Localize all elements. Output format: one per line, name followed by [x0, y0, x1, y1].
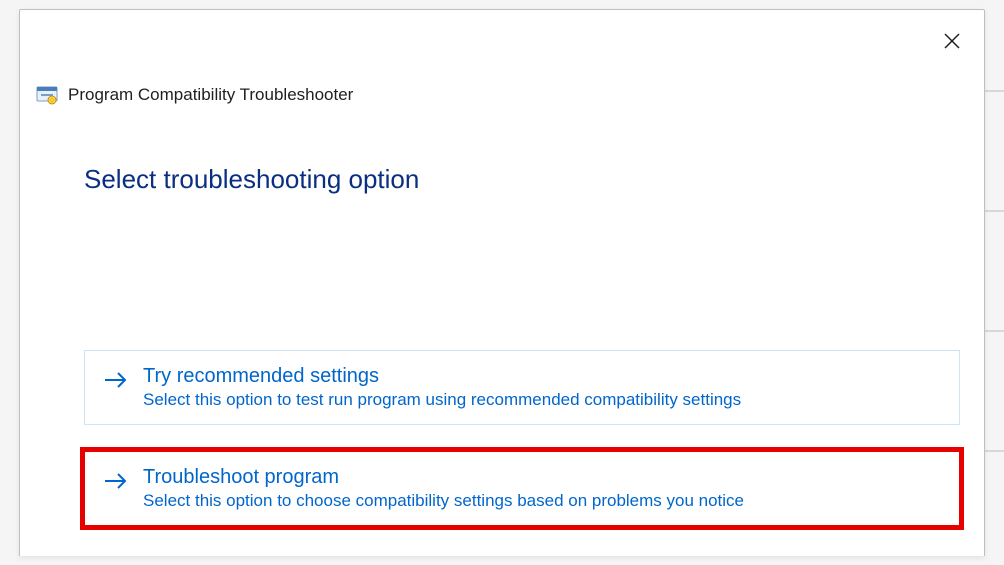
- page-heading: Select troubleshooting option: [20, 106, 984, 195]
- window-header: Program Compatibility Troubleshooter: [20, 10, 984, 106]
- troubleshooter-icon: [36, 84, 58, 106]
- option-title: Troubleshoot program: [143, 466, 744, 489]
- background-ridges: [982, 0, 1004, 565]
- close-button[interactable]: [932, 22, 972, 62]
- option-troubleshoot-program[interactable]: Troubleshoot program Select this option …: [84, 451, 960, 526]
- close-icon: [943, 32, 961, 53]
- arrow-right-icon: [103, 468, 129, 494]
- arrow-right-icon: [103, 367, 129, 393]
- option-text: Troubleshoot program Select this option …: [143, 466, 744, 511]
- troubleshooter-window: Program Compatibility Troubleshooter Sel…: [19, 9, 985, 556]
- options-list: Try recommended settings Select this opt…: [84, 350, 960, 526]
- window-title: Program Compatibility Troubleshooter: [68, 85, 353, 105]
- option-description: Select this option to choose compatibili…: [143, 491, 744, 511]
- option-description: Select this option to test run program u…: [143, 390, 741, 410]
- option-text: Try recommended settings Select this opt…: [143, 365, 741, 410]
- option-title: Try recommended settings: [143, 365, 741, 388]
- option-try-recommended[interactable]: Try recommended settings Select this opt…: [84, 350, 960, 425]
